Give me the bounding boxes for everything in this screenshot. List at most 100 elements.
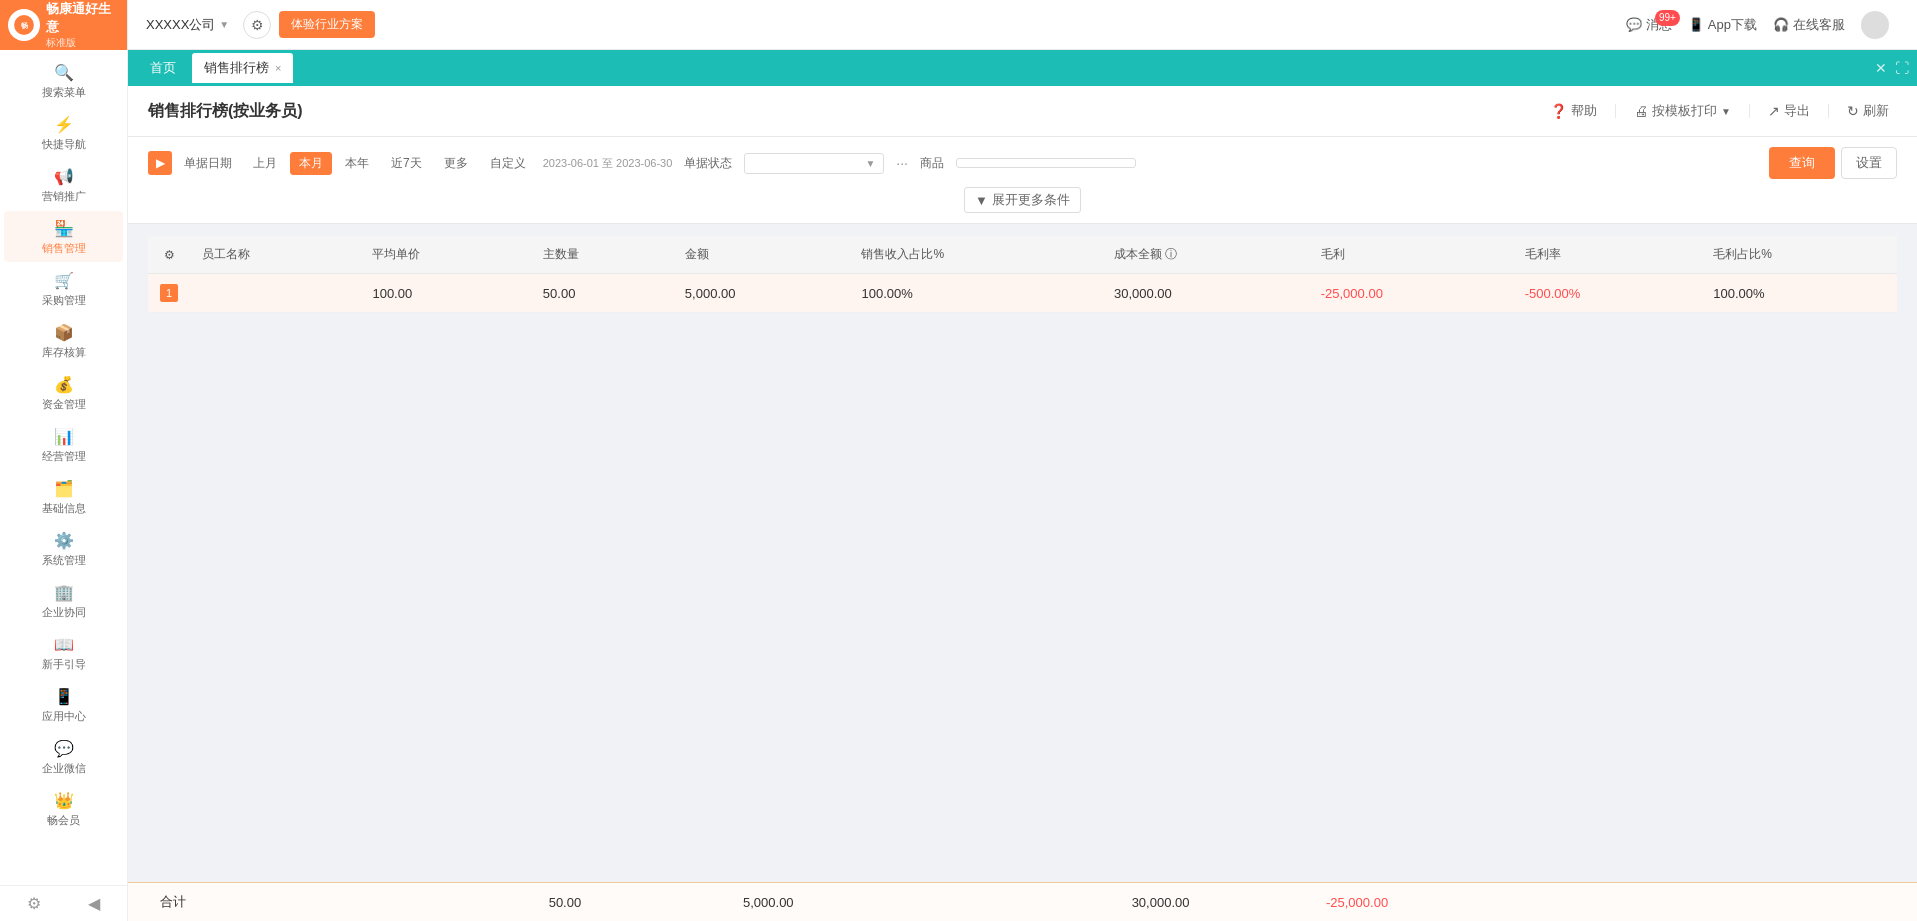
- help-button[interactable]: ❓ 帮助: [1542, 98, 1605, 124]
- divider3: [1828, 104, 1829, 118]
- logo-sub: 标准版: [46, 36, 119, 50]
- refresh-icon: ↻: [1847, 103, 1859, 119]
- cell-revenue-pct: 100.00%: [849, 274, 1102, 313]
- sidebar-item-basics[interactable]: 🗂️ 基础信息: [4, 471, 123, 522]
- inventory-icon: 📦: [54, 323, 74, 342]
- sidebar-item-finance[interactable]: 💰 资金管理: [4, 367, 123, 418]
- sidebar: 畅 畅康通好生意 标准版 🔍 搜索菜单 ⚡ 快捷导航 📢 营销推广 🏪 销售管理…: [0, 0, 128, 921]
- cell-amount: 5,000.00: [673, 274, 850, 313]
- sidebar-item-inventory[interactable]: 📦 库存核算: [4, 315, 123, 366]
- sidebar-item-system[interactable]: ⚙️ 系统管理: [4, 523, 123, 574]
- refresh-button[interactable]: ↻ 刷新: [1839, 98, 1897, 124]
- footer-amount: 5,000.00: [731, 895, 925, 910]
- help-icon: ❓: [1550, 103, 1567, 119]
- footer-label: 合计: [148, 893, 342, 911]
- date-btn-this-month[interactable]: 本月: [290, 152, 332, 175]
- cell-gross-pct: 100.00%: [1701, 274, 1897, 313]
- sidebar-logo: 畅 畅康通好生意 标准版: [0, 0, 127, 50]
- query-button[interactable]: 查询: [1769, 147, 1835, 179]
- apps-label: 应用中心: [42, 709, 86, 724]
- cell-rank: 1: [148, 274, 190, 313]
- status-select-arrow: ▼: [865, 158, 875, 169]
- date-btn-more[interactable]: 更多: [435, 152, 477, 175]
- tab-label: 销售排行榜: [204, 59, 269, 77]
- tab-close-icon[interactable]: ×: [275, 62, 281, 74]
- filter-action-buttons: 查询 设置: [1769, 147, 1897, 179]
- guide-icon: 📖: [54, 635, 74, 654]
- date-range: 2023-06-01 至 2023-06-30: [543, 156, 673, 171]
- sidebar-item-apps[interactable]: 📱 应用中心: [4, 679, 123, 730]
- sidebar-item-marketing[interactable]: 📢 营销推广: [4, 159, 123, 210]
- filter-bar: ▶ 单据日期 上月 本月 本年 近7天 更多 自定义 2023-06-01 至 …: [128, 137, 1917, 224]
- footer-cost: 30,000.00: [1120, 895, 1314, 910]
- guide-label: 新手引导: [42, 657, 86, 672]
- filter-expand-arrow[interactable]: ▶: [148, 151, 172, 175]
- sidebar-item-sales[interactable]: 🏪 销售管理: [4, 211, 123, 262]
- close-window-icon[interactable]: ✕: [1875, 60, 1887, 76]
- date-btn-custom[interactable]: 自定义: [481, 152, 535, 175]
- maximize-icon[interactable]: ⛶: [1895, 60, 1909, 76]
- purchase-label: 采购管理: [42, 293, 86, 308]
- search-bill-label: 搜索菜单: [42, 85, 86, 100]
- cell-qty: 50.00: [531, 274, 673, 313]
- goods-select[interactable]: [956, 158, 1136, 168]
- date-btn-last-month[interactable]: 上月: [244, 152, 286, 175]
- sidebar-bottom: ⚙ ◀: [0, 885, 127, 921]
- sales-label: 销售管理: [42, 241, 86, 256]
- sidebar-item-member[interactable]: 👑 畅会员: [4, 783, 123, 834]
- finance-label: 资金管理: [42, 397, 86, 412]
- status-label: 单据状态: [684, 155, 732, 172]
- rank-icon: 1: [160, 284, 178, 302]
- cell-cost: 30,000.00: [1102, 274, 1309, 313]
- wechat-label: 企业微信: [42, 761, 86, 776]
- sidebar-item-operations[interactable]: 📊 经营管理: [4, 419, 123, 470]
- company-name: XXXXX公司: [146, 16, 215, 34]
- table-footer: 合计 50.00 5,000.00 30,000.00 -25,000.00: [128, 882, 1917, 921]
- quick-nav-icon: ⚡: [54, 115, 74, 134]
- th-gross: 毛利: [1309, 236, 1513, 274]
- sidebar-item-search-bill[interactable]: 🔍 搜索菜单: [4, 55, 123, 106]
- expand-down-icon: ▼: [975, 193, 988, 208]
- sidebar-item-purchase[interactable]: 🛒 采购管理: [4, 263, 123, 314]
- date-btn-7days[interactable]: 近7天: [382, 152, 431, 175]
- template-print-button[interactable]: 🖨 按模板打印 ▼: [1626, 98, 1739, 124]
- tab-sales-ranking[interactable]: 销售排行榜 ×: [192, 53, 293, 83]
- th-amount: 金额: [673, 236, 850, 274]
- operations-icon: 📊: [54, 427, 74, 446]
- avatar[interactable]: [1861, 11, 1889, 39]
- quick-nav-label: 快捷导航: [42, 137, 86, 152]
- export-button[interactable]: ↗ 导出: [1760, 98, 1818, 124]
- marketing-label: 营销推广: [42, 189, 86, 204]
- message-button[interactable]: 💬 消息 99+: [1626, 16, 1672, 34]
- inventory-label: 库存核算: [42, 345, 86, 360]
- date-btn-this-year[interactable]: 本年: [336, 152, 378, 175]
- settings-button[interactable]: ⚙: [243, 11, 271, 39]
- collapse-icon[interactable]: ◀: [88, 894, 100, 913]
- logo-icon: 畅: [8, 9, 40, 41]
- tab-home[interactable]: 首页: [136, 53, 190, 83]
- sidebar-item-enterprise[interactable]: 🏢 企业协同: [4, 575, 123, 626]
- filter-more-dots[interactable]: ···: [896, 155, 908, 171]
- sidebar-item-guide[interactable]: 📖 新手引导: [4, 627, 123, 678]
- basics-label: 基础信息: [42, 501, 86, 516]
- status-select[interactable]: ▼: [744, 153, 884, 174]
- data-table: ⚙ 员工名称 平均单价 主数量 金额 销售收入占比% 成本全额 ⓘ 毛利 毛利率…: [148, 236, 1897, 313]
- enterprise-icon: 🏢: [54, 583, 74, 602]
- message-badge: 99+: [1655, 10, 1680, 26]
- online-service-button[interactable]: 🎧 在线客服: [1773, 16, 1845, 34]
- sidebar-item-quick-nav[interactable]: ⚡ 快捷导航: [4, 107, 123, 158]
- settings-icon[interactable]: ⚙: [27, 894, 41, 913]
- message-icon: 💬: [1626, 17, 1642, 32]
- column-settings-button[interactable]: 设置: [1841, 147, 1897, 179]
- top-header: XXXXX公司 ▼ ⚙ 体验行业方案 💬 消息 99+ 📱 App下载 🎧 在线…: [128, 0, 1917, 50]
- page-title: 销售排行榜(按业务员): [148, 101, 303, 122]
- member-label: 畅会员: [47, 813, 80, 828]
- company-selector[interactable]: XXXXX公司 ▼: [140, 12, 235, 38]
- app-download-button[interactable]: 📱 App下载: [1688, 16, 1757, 34]
- enterprise-label: 企业协同: [42, 605, 86, 620]
- page-header: 销售排行榜(按业务员) ❓ 帮助 🖨 按模板打印 ▼ ↗ 导出: [128, 86, 1917, 137]
- sidebar-item-wechat[interactable]: 💬 企业微信: [4, 731, 123, 782]
- expand-conditions-button[interactable]: ▼ 展开更多条件: [964, 187, 1081, 213]
- sales-icon: 🏪: [54, 219, 74, 238]
- industry-button[interactable]: 体验行业方案: [279, 11, 375, 38]
